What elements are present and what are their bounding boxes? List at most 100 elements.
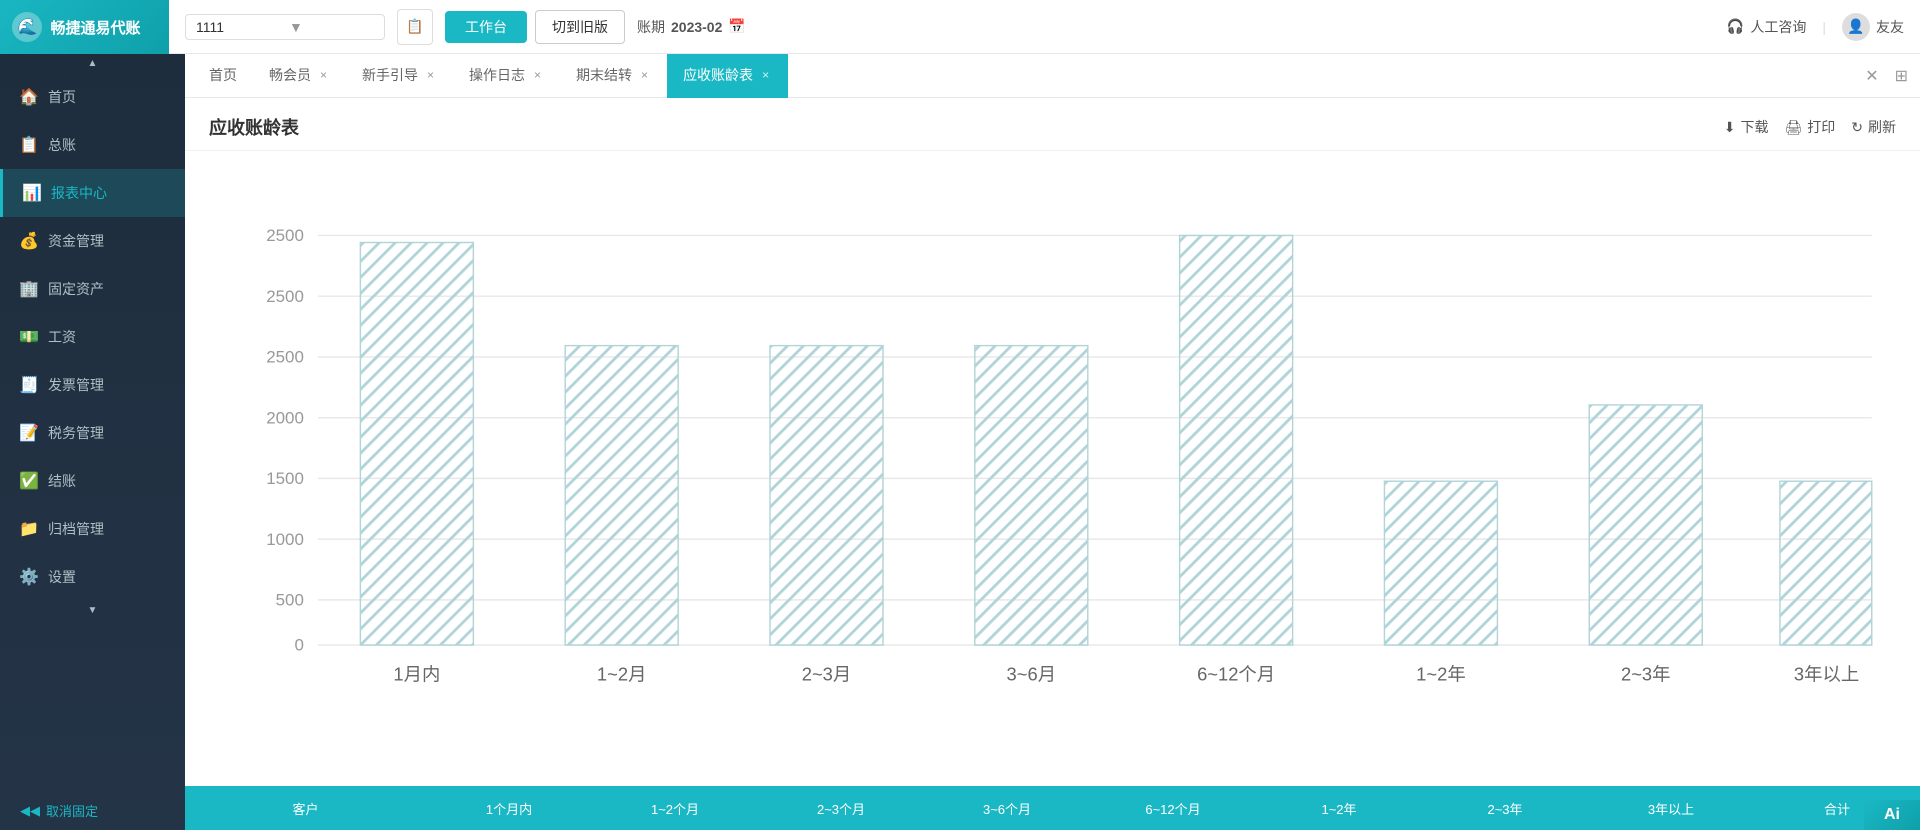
sidebar-item-checkout[interactable]: ✅ 结账 <box>0 457 185 505</box>
consultant-btn[interactable]: 🎧 人工咨询 <box>1727 17 1806 37</box>
tab-guide[interactable]: 新手引导 × <box>346 54 453 98</box>
page-actions: ⬇ 下载 🖨 打印 ↻ 刷新 <box>1724 117 1896 137</box>
content-area: 首页 畅会员 × 新手引导 × 操作日志 × 期末结转 × 应收账龄表 × <box>185 54 1920 830</box>
sidebar-item-tax[interactable]: 📝 税务管理 <box>0 409 185 457</box>
bar-3-6月 <box>975 346 1088 645</box>
period-label: 账期 <box>637 17 665 37</box>
sidebar-label-settings: 设置 <box>48 567 76 587</box>
tab-window-controls: ✕ ⊞ <box>1861 62 1912 90</box>
bar-3年以上 <box>1780 481 1872 645</box>
print-btn[interactable]: 🖨 打印 <box>1784 117 1835 137</box>
logo: 🌊 畅捷通易代账 <box>0 0 169 54</box>
logo-text: 畅捷通易代账 <box>50 17 140 38</box>
tab-aging-close[interactable]: × <box>759 67 772 83</box>
cancel-pin-label: 取消固定 <box>46 801 98 820</box>
th-2-3month: 2~3个月 <box>758 799 924 818</box>
company-selector[interactable]: 1111 ▼ <box>185 14 385 40</box>
tab-member[interactable]: 畅会员 × <box>253 54 346 98</box>
archive-icon-btn[interactable]: 📋 <box>397 9 433 45</box>
tabs-bar: 首页 畅会员 × 新手引导 × 操作日志 × 期末结转 × 应收账龄表 × <box>185 54 1920 98</box>
headset-icon: 🎧 <box>1727 18 1744 35</box>
bar-1-2月 <box>565 346 678 645</box>
ai-badge[interactable]: Ai <box>1864 800 1920 830</box>
svg-text:2000: 2000 <box>266 408 304 427</box>
cancel-pin-btn[interactable]: ◀◀ 取消固定 <box>0 791 185 830</box>
svg-text:6~12个月: 6~12个月 <box>1197 663 1275 684</box>
close-all-tabs-btn[interactable]: ✕ <box>1861 62 1882 90</box>
calendar-icon[interactable]: 📅 <box>728 18 745 35</box>
sidebar-item-salary[interactable]: 💵 工资 <box>0 313 185 361</box>
download-btn[interactable]: ⬇ 下载 <box>1724 117 1769 137</box>
refresh-label: 刷新 <box>1868 117 1896 137</box>
sidebar-scroll-up[interactable]: ▲ <box>0 54 185 73</box>
bar-2-3年 <box>1589 405 1702 645</box>
funds-icon: 💰 <box>20 232 38 250</box>
bar-1月内 <box>360 243 473 646</box>
page-header: 应收账龄表 ⬇ 下载 🖨 打印 ↻ 刷新 <box>185 98 1920 151</box>
tab-oplog[interactable]: 操作日志 × <box>453 54 560 98</box>
sidebar-label-ledger: 总账 <box>48 135 76 155</box>
download-label: 下载 <box>1740 117 1768 137</box>
svg-text:2~3年: 2~3年 <box>1621 663 1671 684</box>
workbench-button[interactable]: 工作台 <box>445 11 527 43</box>
checkout-icon: ✅ <box>20 472 38 490</box>
download-icon: ⬇ <box>1724 119 1736 136</box>
chart-wrapper: 2500 2500 2500 2000 1500 1000 500 0 <box>205 161 1900 776</box>
dropdown-icon: ▼ <box>289 19 374 35</box>
ledger-icon: 📋 <box>20 136 38 154</box>
settings-icon: ⚙️ <box>20 568 38 586</box>
assets-icon: 🏢 <box>20 280 38 298</box>
home-icon: 🏠 <box>20 88 38 106</box>
th-2-3year: 2~3年 <box>1422 799 1588 818</box>
tab-oplog-close[interactable]: × <box>531 67 544 83</box>
tab-period-end-label: 期末结转 <box>576 65 632 85</box>
sidebar-scroll-down[interactable]: ▼ <box>0 601 185 620</box>
svg-text:3年以上: 3年以上 <box>1794 663 1859 684</box>
tab-guide-close[interactable]: × <box>424 67 437 83</box>
tab-period-end-close[interactable]: × <box>638 67 651 83</box>
bar-2-3月 <box>770 346 883 645</box>
salary-icon: 💵 <box>20 328 38 346</box>
tab-guide-label: 新手引导 <box>362 65 418 85</box>
th-3-6month: 3~6个月 <box>924 799 1090 818</box>
sidebar-item-reports[interactable]: 📊 报表中心 <box>0 169 185 217</box>
svg-text:3~6月: 3~6月 <box>1007 663 1057 684</box>
archive-icon: 📁 <box>20 520 38 538</box>
table-header-row: 客户 1个月内 1~2个月 2~3个月 3~6个月 6~12个月 1~2年 2~… <box>185 786 1920 830</box>
tab-member-close[interactable]: × <box>317 67 330 83</box>
sidebar-label-salary: 工资 <box>48 327 76 347</box>
sidebar-label-checkout: 结账 <box>48 471 76 491</box>
svg-text:0: 0 <box>294 636 303 655</box>
svg-text:2~3月: 2~3月 <box>802 663 852 684</box>
svg-text:1500: 1500 <box>266 469 304 488</box>
tab-home[interactable]: 首页 <box>193 54 253 98</box>
user-avatar: 👤 <box>1842 13 1870 41</box>
refresh-btn[interactable]: ↻ 刷新 <box>1851 117 1896 137</box>
sidebar-label-funds: 资金管理 <box>48 231 104 251</box>
sidebar-item-settings[interactable]: ⚙️ 设置 <box>0 553 185 601</box>
page-content: 应收账龄表 ⬇ 下载 🖨 打印 ↻ 刷新 <box>185 98 1920 830</box>
sidebar-label-home: 首页 <box>48 87 76 107</box>
sidebar-label-tax: 税务管理 <box>48 423 104 443</box>
th-3year-plus: 3年以上 <box>1588 799 1754 818</box>
bar-6-12月 <box>1180 235 1293 645</box>
company-name: 1111 <box>196 19 281 35</box>
sidebar-item-home[interactable]: 🏠 首页 <box>0 73 185 121</box>
sidebar-item-archive[interactable]: 📁 归档管理 <box>0 505 185 553</box>
sidebar-item-assets[interactable]: 🏢 固定资产 <box>0 265 185 313</box>
tab-period-end[interactable]: 期末结转 × <box>560 54 667 98</box>
sidebar-item-funds[interactable]: 💰 资金管理 <box>0 217 185 265</box>
user-btn[interactable]: 👤 友友 <box>1842 13 1904 41</box>
th-1-2month: 1~2个月 <box>592 799 758 818</box>
header-divider: | <box>1822 19 1826 35</box>
page-title: 应收账龄表 <box>209 114 299 140</box>
consultant-label: 人工咨询 <box>1750 17 1806 37</box>
archive-icon: 📋 <box>406 18 423 35</box>
chart-container: 2500 2500 2500 2000 1500 1000 500 0 <box>185 151 1920 786</box>
sidebar-item-ledger[interactable]: 📋 总账 <box>0 121 185 169</box>
svg-text:500: 500 <box>276 591 304 610</box>
sidebar-item-invoice[interactable]: 🧾 发票管理 <box>0 361 185 409</box>
tab-aging[interactable]: 应收账龄表 × <box>667 54 788 98</box>
switch-version-button[interactable]: 切到旧版 <box>535 10 625 44</box>
maximize-btn[interactable]: ⊞ <box>1891 62 1912 90</box>
